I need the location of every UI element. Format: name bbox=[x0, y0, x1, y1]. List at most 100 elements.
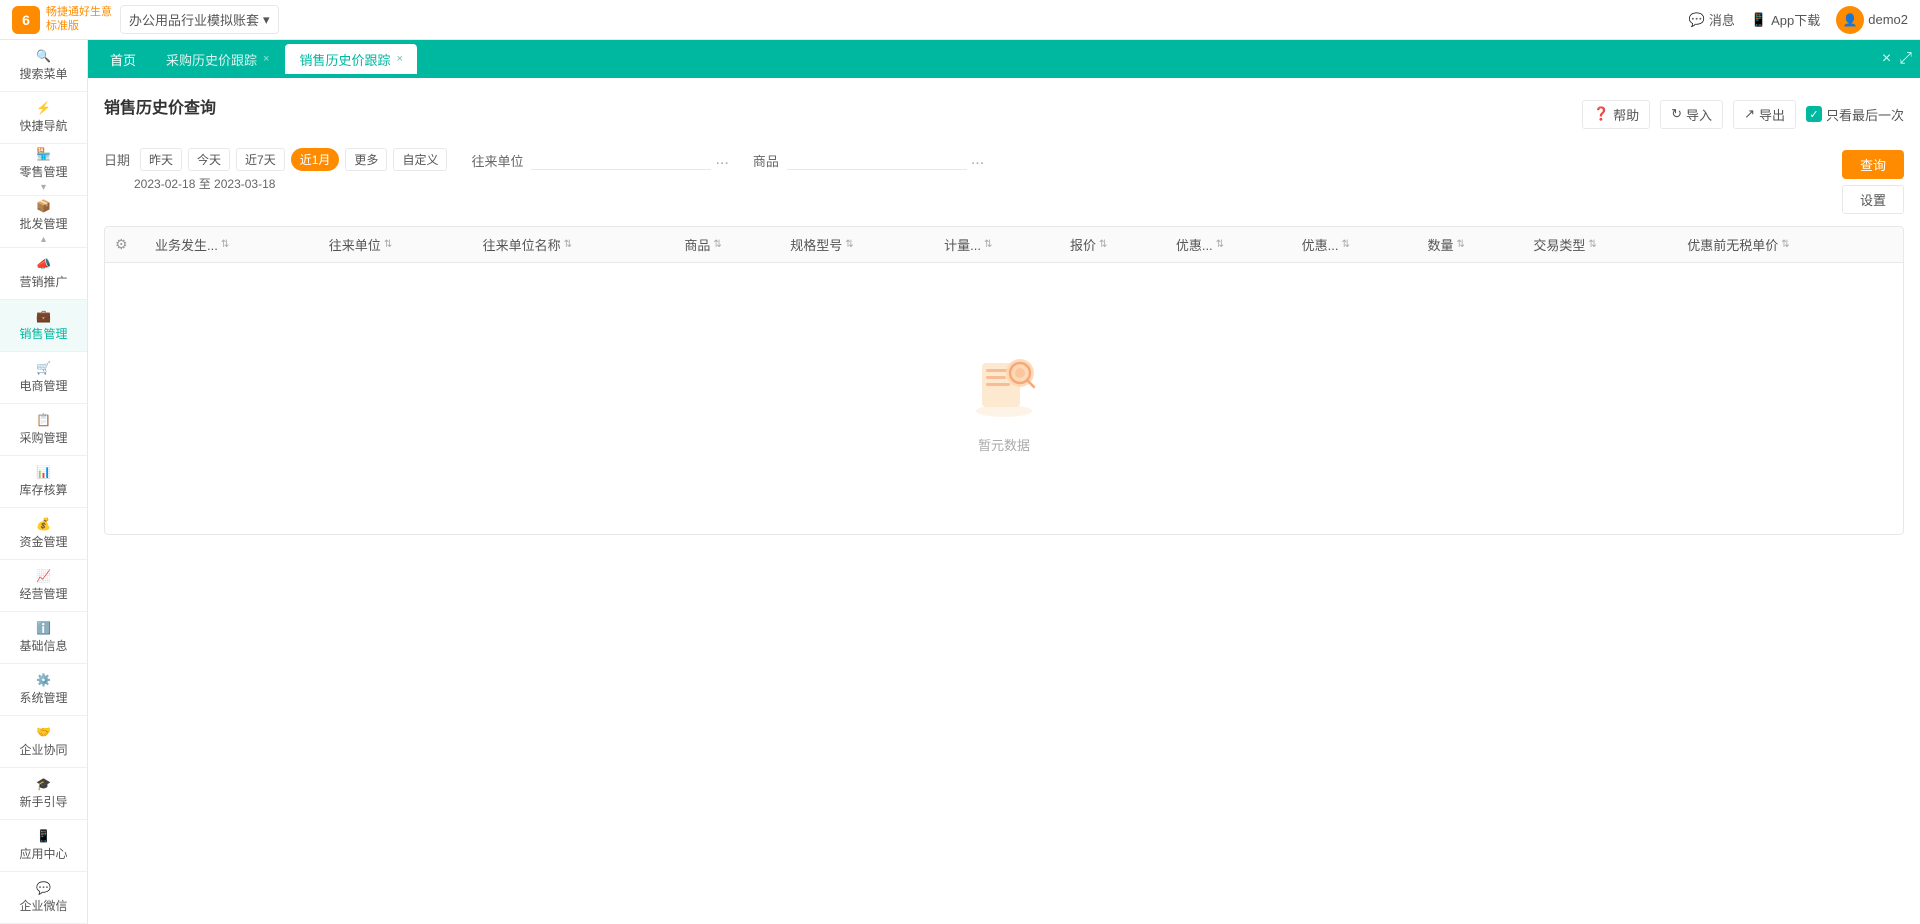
newguide-icon: 🎓 bbox=[36, 777, 51, 791]
table-col-spec[interactable]: 规格型号 ⇅ bbox=[780, 227, 934, 263]
data-table-wrapper: ⚙ 业务发生... ⇅ 往来单位 ⇅ bbox=[104, 226, 1904, 535]
tab-sales-history[interactable]: 销售历史价跟踪 × bbox=[285, 44, 416, 74]
settings-button[interactable]: 设置 bbox=[1842, 185, 1904, 214]
help-icon: ❓ bbox=[1593, 106, 1609, 122]
operations-icon: 📈 bbox=[36, 569, 51, 583]
sort-icon: ⇅ bbox=[1099, 239, 1107, 250]
sidebar-item-purchase[interactable]: 📋 采购管理 bbox=[0, 404, 87, 456]
page-container: 销售历史价查询 ❓ 帮助 ↻ 导入 ↗ 导出 ✓ 只看最后一次 bbox=[88, 78, 1920, 924]
finance-icon: 💰 bbox=[36, 517, 51, 531]
table-col-pretax-price[interactable]: 优惠前无税单价 ⇅ bbox=[1677, 227, 1903, 263]
goods-filter-label: 商品 bbox=[753, 151, 779, 170]
date-btn-1month[interactable]: 近1月 bbox=[291, 148, 340, 171]
table-col-bizdate[interactable]: 业务发生... ⇅ bbox=[145, 227, 319, 263]
sidebar-item-wholesale[interactable]: 📦 批发管理 ▴ bbox=[0, 196, 87, 248]
tab-close-sales[interactable]: × bbox=[396, 53, 402, 65]
sidebar-item-quicknav[interactable]: ⚡ 快捷导航 bbox=[0, 92, 87, 144]
tab-purchase-history[interactable]: 采购历史价跟踪 × bbox=[152, 44, 283, 74]
sidebar-item-retail[interactable]: 🏪 零售管理 ▾ bbox=[0, 144, 87, 196]
sidebar-item-appcenter[interactable]: 📱 应用中心 bbox=[0, 820, 87, 872]
page-title: 销售历史价查询 bbox=[104, 94, 216, 118]
sidebar-item-weixin[interactable]: 💬 企业微信 bbox=[0, 872, 87, 924]
sort-icon: ⇅ bbox=[1216, 239, 1224, 250]
sort-icon: ⇅ bbox=[1457, 239, 1465, 250]
tab-home[interactable]: 首页 bbox=[96, 44, 150, 74]
top-bar-right: 💬 消息 📱 App下载 👤 demo2 bbox=[1689, 6, 1908, 34]
table-col-quoted-price[interactable]: 报价 ⇅ bbox=[1060, 227, 1166, 263]
avatar: 👤 bbox=[1836, 6, 1864, 34]
date-filter-label: 日期 bbox=[104, 150, 130, 169]
expand-icon: ▾ bbox=[41, 182, 46, 193]
sidebar-item-operations[interactable]: 📈 经营管理 bbox=[0, 560, 87, 612]
chevron-down-icon: ▾ bbox=[263, 12, 270, 28]
goods-input[interactable] bbox=[787, 150, 967, 170]
sidebar-item-search[interactable]: 🔍 搜索菜单 bbox=[0, 40, 87, 92]
sort-icon: ⇅ bbox=[384, 239, 392, 250]
wholesale-icon: 📦 bbox=[36, 199, 51, 213]
table-col-discount1[interactable]: 优惠... ⇅ bbox=[1166, 227, 1292, 263]
purchase-icon: 📋 bbox=[36, 413, 51, 427]
basicinfo-icon: ℹ️ bbox=[36, 621, 51, 635]
table-settings-gear-icon[interactable]: ⚙ bbox=[115, 236, 128, 252]
user-menu[interactable]: 👤 demo2 bbox=[1836, 6, 1908, 34]
sidebar-item-system[interactable]: ⚙️ 系统管理 bbox=[0, 664, 87, 716]
tab-bar-actions: × ⤢ bbox=[1882, 50, 1912, 68]
query-button[interactable]: 查询 bbox=[1842, 150, 1904, 179]
only-last-checkbox[interactable]: ✓ 只看最后一次 bbox=[1806, 105, 1904, 124]
sidebar-item-inventory[interactable]: 📊 库存核算 bbox=[0, 456, 87, 508]
search-icon: 🔍 bbox=[36, 49, 51, 63]
sidebar-item-basicinfo[interactable]: ℹ️ 基础信息 bbox=[0, 612, 87, 664]
counterpart-filter-label: 往来单位 bbox=[471, 151, 523, 170]
date-btn-yesterday[interactable]: 昨天 bbox=[140, 148, 182, 171]
sidebar-item-ecommerce[interactable]: 🛒 电商管理 bbox=[0, 352, 87, 404]
empty-state: 暂元数据 bbox=[105, 263, 1903, 534]
table-col-counterpart-name[interactable]: 往来单位名称 ⇅ bbox=[473, 227, 675, 263]
message-button[interactable]: 💬 消息 bbox=[1689, 10, 1735, 29]
goods-more-icon[interactable]: ... bbox=[971, 151, 984, 169]
tab-close-purchase[interactable]: × bbox=[263, 53, 269, 65]
date-btn-today[interactable]: 今天 bbox=[188, 148, 230, 171]
sort-icon: ⇅ bbox=[564, 239, 572, 250]
counterpart-input[interactable] bbox=[531, 150, 711, 170]
tab-expand-button[interactable]: ⤢ bbox=[1899, 50, 1912, 68]
weixin-icon: 💬 bbox=[36, 881, 51, 895]
sidebar-item-collab[interactable]: 🤝 企业协同 bbox=[0, 716, 87, 768]
import-icon: ↻ bbox=[1671, 106, 1682, 122]
table-col-counterpart[interactable]: 往来单位 ⇅ bbox=[319, 227, 473, 263]
app-selector[interactable]: 办公用品行业模拟账套 ▾ bbox=[120, 5, 279, 34]
sidebar-item-sales[interactable]: 💼 销售管理 bbox=[0, 300, 87, 352]
date-btn-custom[interactable]: 自定义 bbox=[393, 148, 447, 171]
data-table: ⚙ 业务发生... ⇅ 往来单位 ⇅ bbox=[105, 227, 1903, 534]
top-bar-left: 6 畅捷通好生意 标准版 办公用品行业模拟账套 ▾ bbox=[12, 5, 279, 34]
collab-icon: 🤝 bbox=[36, 725, 51, 739]
table-col-goods[interactable]: 商品 ⇅ bbox=[674, 227, 780, 263]
inventory-icon: 📊 bbox=[36, 465, 51, 479]
table-col-quantity[interactable]: 数量 ⇅ bbox=[1418, 227, 1524, 263]
sort-icon: ⇅ bbox=[1588, 239, 1596, 250]
sidebar-item-marketing[interactable]: 📣 营销推广 bbox=[0, 248, 87, 300]
import-button[interactable]: ↻ 导入 bbox=[1660, 100, 1723, 129]
table-col-unit[interactable]: 计量... ⇅ bbox=[934, 227, 1060, 263]
sort-icon: ⇅ bbox=[713, 239, 721, 250]
date-btn-7days[interactable]: 近7天 bbox=[236, 148, 285, 171]
logo-area: 6 畅捷通好生意 标准版 bbox=[12, 6, 112, 34]
sort-icon: ⇅ bbox=[221, 239, 229, 250]
date-btn-more[interactable]: 更多 bbox=[345, 148, 387, 171]
sales-icon: 💼 bbox=[36, 309, 51, 323]
table-col-discount2[interactable]: 优惠... ⇅ bbox=[1292, 227, 1418, 263]
app-download-button[interactable]: 📱 App下载 bbox=[1751, 10, 1820, 29]
sidebar-item-finance[interactable]: 💰 资金管理 bbox=[0, 508, 87, 560]
marketing-icon: 📣 bbox=[36, 257, 51, 271]
logo-text: 畅捷通好生意 标准版 bbox=[46, 6, 112, 32]
main-content: 销售历史价查询 ❓ 帮助 ↻ 导入 ↗ 导出 ✓ 只看最后一次 bbox=[88, 78, 1920, 924]
sidebar-item-newguide[interactable]: 🎓 新手引导 bbox=[0, 768, 87, 820]
export-button[interactable]: ↗ 导出 bbox=[1733, 100, 1796, 129]
empty-text: 暂元数据 bbox=[978, 435, 1030, 454]
help-button[interactable]: ❓ 帮助 bbox=[1582, 100, 1650, 129]
collapse-icon: ▴ bbox=[41, 234, 46, 245]
table-col-trade-type[interactable]: 交易类型 ⇅ bbox=[1523, 227, 1677, 263]
counterpart-more-icon[interactable]: ... bbox=[715, 151, 728, 169]
message-icon: 💬 bbox=[1689, 12, 1705, 28]
tab-close-all-button[interactable]: × bbox=[1882, 50, 1891, 68]
download-icon: 📱 bbox=[1751, 12, 1767, 28]
